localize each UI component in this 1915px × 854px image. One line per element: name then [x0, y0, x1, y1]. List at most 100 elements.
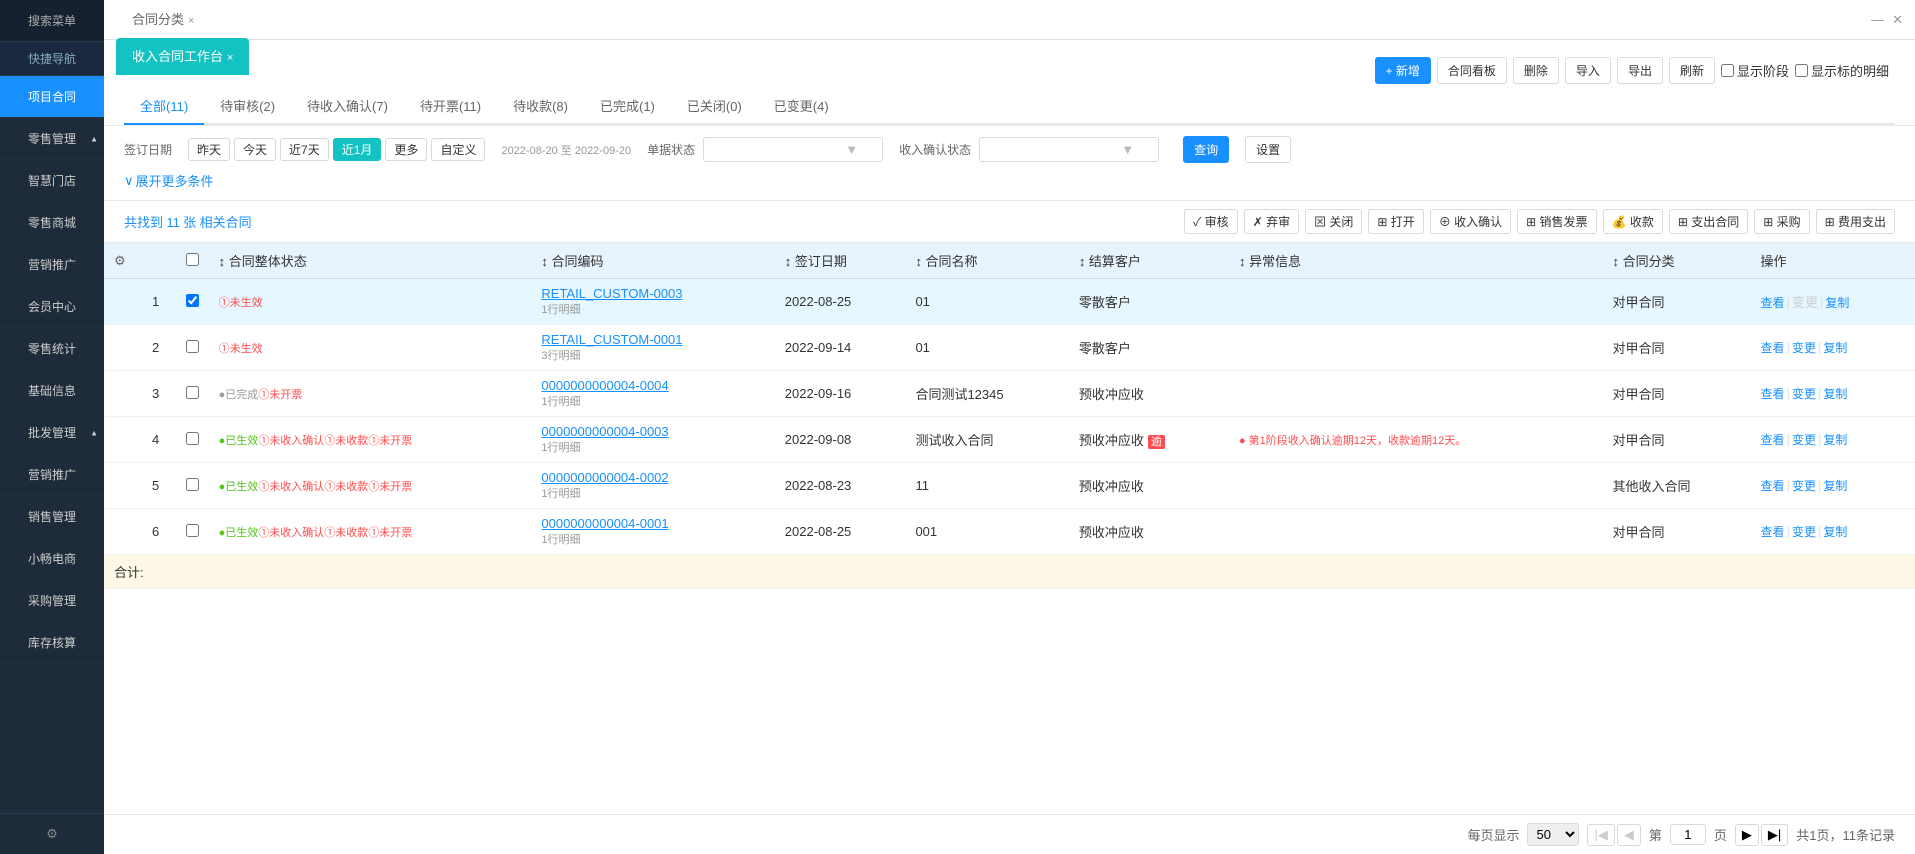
filter-tab-pending-payment[interactable]: 待收款(8): [497, 88, 584, 125]
op-btn-变更[interactable]: 变更: [1792, 433, 1816, 447]
import-toolbar-button[interactable]: 导入: [1565, 57, 1611, 84]
date-btn-custom[interactable]: 自定义: [431, 138, 485, 161]
export-toolbar-button[interactable]: 导出: [1617, 57, 1663, 84]
row-gear[interactable]: [104, 325, 136, 371]
row-gear[interactable]: [104, 371, 136, 417]
contract-code-link[interactable]: 0000000000004-0001: [541, 516, 668, 531]
filter-tab-pending-review[interactable]: 待审核(2): [204, 88, 291, 125]
sidebar-item-retail[interactable]: 零售管理: [0, 118, 104, 160]
close-button[interactable]: ✕: [1892, 12, 1903, 28]
filter-tab-pending-confirm[interactable]: 待收入确认(7): [291, 88, 404, 125]
checkbox-input-show-mark[interactable]: [1795, 64, 1808, 77]
row-gear[interactable]: [104, 417, 136, 463]
sidebar-item-base[interactable]: 基础信息: [0, 370, 104, 412]
date-btn-more[interactable]: 更多: [385, 138, 427, 161]
col-gear[interactable]: ⚙: [104, 243, 136, 279]
op-btn-复制[interactable]: 复制: [1825, 296, 1849, 310]
sidebar-item-marketing[interactable]: 营销推广: [0, 244, 104, 286]
tab-close-income-workbench[interactable]: ×: [227, 52, 233, 64]
next-page-button[interactable]: ▶: [1735, 824, 1759, 846]
op-btn-变更[interactable]: 变更: [1792, 479, 1816, 493]
per-page-select[interactable]: 50 100: [1527, 823, 1579, 846]
refresh-toolbar-button[interactable]: 刷新: [1669, 57, 1715, 84]
select-all-checkbox[interactable]: [186, 253, 199, 266]
row-gear[interactable]: [104, 509, 136, 555]
kanban-toolbar-button[interactable]: 合同看板: [1437, 57, 1507, 84]
contract-code-link[interactable]: RETAIL_CUSTOM-0001: [541, 332, 682, 347]
contract-code-link[interactable]: 0000000000004-0002: [541, 470, 668, 485]
sidebar-search[interactable]: 搜索菜单: [0, 0, 104, 42]
sidebar-item-sales[interactable]: 销售管理: [0, 496, 104, 538]
tab-contract-cat[interactable]: 合同分类×: [116, 1, 249, 38]
row-checkbox[interactable]: [186, 478, 199, 491]
sidebar-item-smart[interactable]: 智慧门店: [0, 160, 104, 202]
op-btn-复制[interactable]: 复制: [1823, 387, 1847, 401]
tab-income-workbench[interactable]: 收入合同工作台×: [116, 38, 249, 75]
row-checkbox[interactable]: [186, 386, 199, 399]
sidebar-settings[interactable]: ⚙: [0, 813, 104, 854]
row-checkbox[interactable]: [186, 432, 199, 445]
filter-tab-pending-invoice[interactable]: 待开票(11): [404, 88, 497, 125]
tab-close-contract-cat[interactable]: ×: [188, 15, 194, 27]
sidebar-item-mkt2[interactable]: 营销推广: [0, 454, 104, 496]
date-btn-today[interactable]: 今天: [234, 138, 276, 161]
doc-status-select[interactable]: ▼: [703, 137, 883, 162]
filter-tab-changed[interactable]: 已变更(4): [758, 88, 845, 125]
op-btn-变更[interactable]: 变更: [1792, 387, 1816, 401]
row-checkbox[interactable]: [186, 294, 199, 307]
op-btn-复制[interactable]: 复制: [1823, 341, 1847, 355]
action-btn-out-contract[interactable]: ⊞ 支出合同: [1669, 209, 1748, 234]
income-confirm-select[interactable]: ▼: [979, 137, 1159, 162]
row-gear[interactable]: [104, 463, 136, 509]
action-btn-expense[interactable]: ⊞ 费用支出: [1816, 209, 1895, 234]
contract-code-link[interactable]: RETAIL_CUSTOM-0003: [541, 286, 682, 301]
settings-button[interactable]: 设置: [1245, 136, 1291, 163]
filter-tab-all[interactable]: 全部(11): [124, 88, 204, 125]
last-page-button[interactable]: ▶|: [1761, 824, 1788, 846]
sidebar-item-wholesale[interactable]: 批发管理: [0, 412, 104, 454]
op-btn-查看[interactable]: 查看: [1761, 433, 1785, 447]
sidebar-item-ecom[interactable]: 零售商城: [0, 202, 104, 244]
row-checkbox[interactable]: [186, 340, 199, 353]
date-btn-yesterday[interactable]: 昨天: [188, 138, 230, 161]
op-btn-复制[interactable]: 复制: [1823, 525, 1847, 539]
action-btn-purchase[interactable]: ⊞ 采购: [1754, 209, 1809, 234]
sidebar-item-project[interactable]: 项目合同: [0, 76, 104, 118]
action-btn-sales-invoice[interactable]: ⊞ 销售发票: [1517, 209, 1596, 234]
action-btn-abandon[interactable]: ✗ 弃审: [1244, 209, 1299, 234]
sidebar-item-stock[interactable]: 库存核算: [0, 622, 104, 664]
row-gear[interactable]: [104, 279, 136, 325]
action-btn-print[interactable]: ⊞ 打开: [1368, 209, 1423, 234]
action-btn-income-confirm[interactable]: ⊕ 收入确认: [1430, 209, 1511, 234]
expand-filter-button[interactable]: ∨ 展开更多条件: [124, 171, 1895, 190]
checkbox-show-stage[interactable]: 显示阶段: [1721, 61, 1789, 80]
action-btn-review[interactable]: ✓ 审核: [1184, 209, 1238, 234]
date-btn-last7[interactable]: 近7天: [280, 138, 329, 161]
sidebar-item-member[interactable]: 会员中心: [0, 286, 104, 328]
action-btn-payment[interactable]: 💰 收款: [1603, 209, 1663, 234]
op-btn-复制[interactable]: 复制: [1823, 433, 1847, 447]
sidebar-item-stats[interactable]: 零售统计: [0, 328, 104, 370]
op-btn-变更[interactable]: 变更: [1792, 525, 1816, 539]
sidebar-item-purchase[interactable]: 采购管理: [0, 580, 104, 622]
delete-toolbar-button[interactable]: 删除: [1513, 57, 1559, 84]
page-number-input[interactable]: [1670, 824, 1706, 845]
op-btn-查看[interactable]: 查看: [1761, 525, 1785, 539]
sidebar-nav[interactable]: 快捷导航: [0, 42, 104, 76]
filter-tab-completed[interactable]: 已完成(1): [584, 88, 671, 125]
op-btn-查看[interactable]: 查看: [1761, 387, 1785, 401]
contract-code-link[interactable]: 0000000000004-0003: [541, 424, 668, 439]
sidebar-item-xiaocom[interactable]: 小畅电商: [0, 538, 104, 580]
op-btn-查看[interactable]: 查看: [1761, 296, 1785, 310]
filter-tab-closed[interactable]: 已关闭(0): [671, 88, 758, 125]
add-toolbar-button[interactable]: + 新增: [1375, 57, 1431, 84]
op-btn-查看[interactable]: 查看: [1761, 479, 1785, 493]
query-button[interactable]: 查询: [1183, 136, 1229, 163]
first-page-button[interactable]: |◀: [1587, 824, 1614, 846]
op-btn-查看[interactable]: 查看: [1761, 341, 1785, 355]
checkbox-input-show-stage[interactable]: [1721, 64, 1734, 77]
minimize-button[interactable]: —: [1871, 12, 1884, 28]
op-btn-变更[interactable]: 变更: [1792, 341, 1816, 355]
date-btn-last1m[interactable]: 近1月: [333, 138, 382, 161]
checkbox-show-mark[interactable]: 显示标的明细: [1795, 61, 1889, 80]
